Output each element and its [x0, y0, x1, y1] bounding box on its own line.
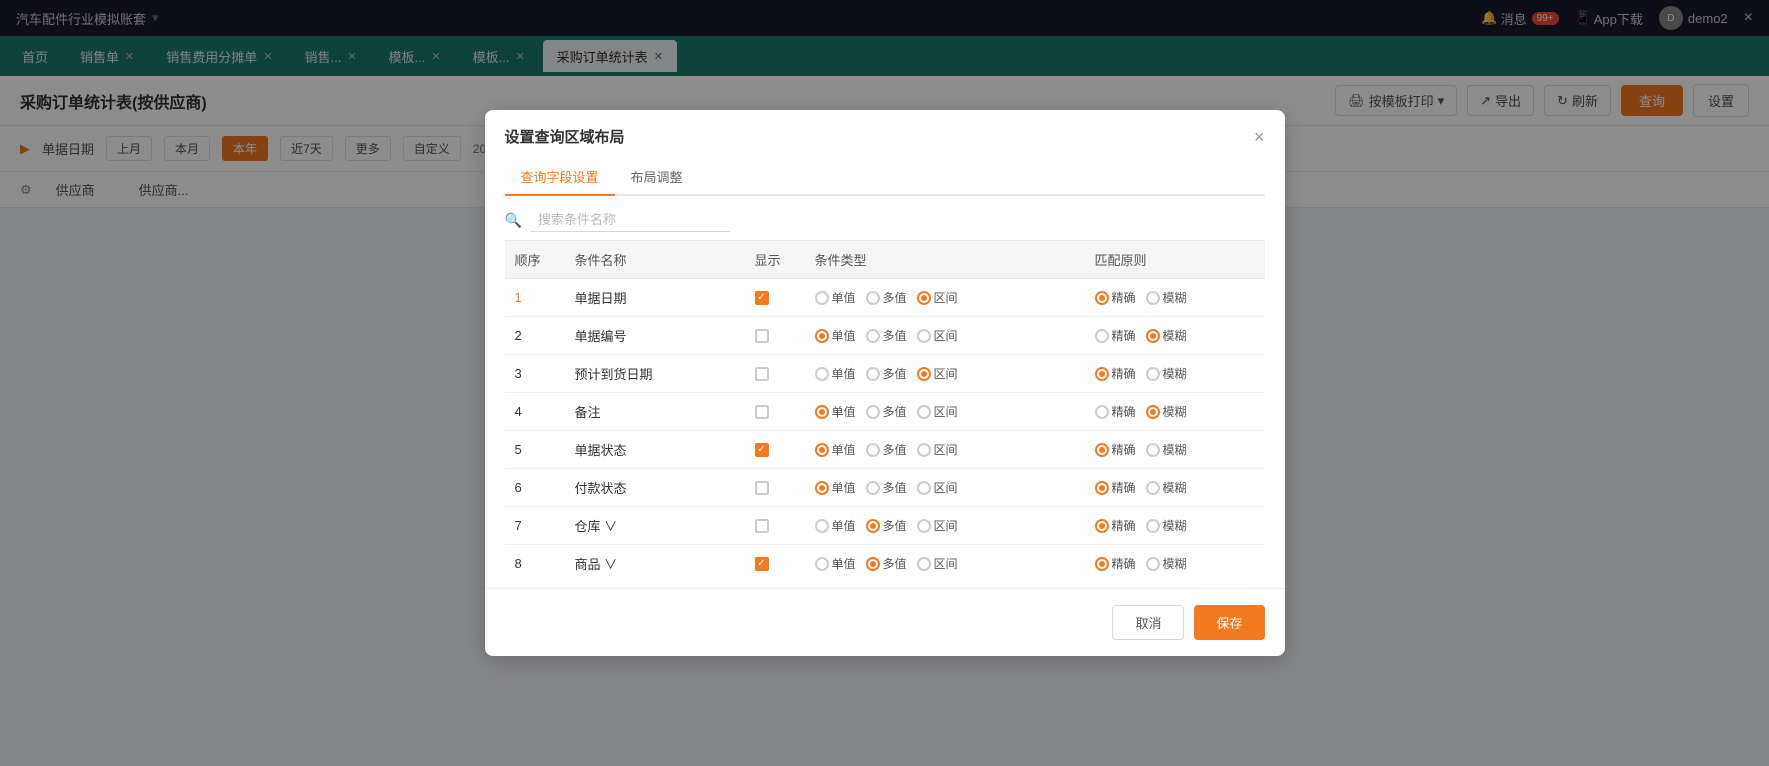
type-radio-single-1[interactable]: 单值	[815, 289, 856, 306]
col-name: 条件名称	[565, 241, 745, 278]
table-row: 4 备注 单值 多值 区间 精确 模糊	[505, 393, 1265, 431]
display-checkbox-1[interactable]	[755, 291, 769, 305]
display-checkbox-8[interactable]	[755, 557, 769, 571]
table-row: 3 预计到货日期 单值 多值 区间 精确 模糊	[505, 355, 1265, 393]
dialog-title: 设置查询区域布局	[505, 126, 625, 147]
match-radio-exact-1[interactable]: 精确	[1095, 289, 1136, 306]
overlay[interactable]: 设置查询区域布局 × 查询字段设置 布局调整 🔍 顺序 条件名称 显示 条件类型…	[0, 0, 1769, 766]
table-row: 5 单据状态 单值 多值 区间 精确 模糊	[505, 431, 1265, 469]
display-checkbox-5[interactable]	[755, 443, 769, 457]
table-row: 6 付款状态 单值 多值 区间 精确 模糊	[505, 469, 1265, 507]
cell-type-1: 单值 多值 区间	[805, 280, 1085, 315]
dialog-footer: 取消 保存	[485, 588, 1285, 656]
col-display: 显示	[745, 241, 805, 278]
table-row: 8 商品 ∨ 单值 多值 区间 精确 模糊	[505, 545, 1265, 580]
dialog-tab-layout[interactable]: 布局调整	[615, 159, 699, 196]
table-header-row: 顺序 条件名称 显示 条件类型 匹配原则	[505, 240, 1265, 279]
dialog-header: 设置查询区域布局 ×	[485, 110, 1285, 147]
dialog: 设置查询区域布局 × 查询字段设置 布局调整 🔍 顺序 条件名称 显示 条件类型…	[485, 110, 1285, 656]
col-order: 顺序	[505, 241, 565, 278]
cell-order-1: 1	[505, 281, 565, 314]
col-type: 条件类型	[805, 241, 1085, 278]
table-row: 1 单据日期 单值 多值 区间 精确 模糊	[505, 279, 1265, 317]
display-checkbox-4[interactable]	[755, 405, 769, 419]
col-match: 匹配原则	[1085, 241, 1265, 278]
table-row: 2 单据编号 单值 多值 区间 精确 模糊	[505, 317, 1265, 355]
match-radio-group-1: 精确 模糊	[1095, 289, 1187, 306]
type-radio-range-1[interactable]: 区间	[917, 289, 958, 306]
display-checkbox-7[interactable]	[755, 519, 769, 533]
display-checkbox-2[interactable]	[755, 329, 769, 343]
cell-match-1: 精确 模糊	[1085, 280, 1265, 315]
cell-display-1[interactable]	[745, 282, 805, 314]
type-radio-group-1: 单值 多值 区间	[815, 289, 958, 306]
type-radio-multi-1[interactable]: 多值	[866, 289, 907, 306]
search-input[interactable]	[530, 208, 730, 232]
dialog-table: 顺序 条件名称 显示 条件类型 匹配原则 1 单据日期 单值 多值 区间	[505, 240, 1265, 580]
display-checkbox-6[interactable]	[755, 481, 769, 495]
table-row: 7 仓库 ∨ 单值 多值 区间 精确 模糊	[505, 507, 1265, 545]
display-checkbox-3[interactable]	[755, 367, 769, 381]
dialog-search-area: 🔍	[485, 196, 1285, 240]
cancel-button[interactable]: 取消	[1112, 605, 1184, 640]
dialog-tabs: 查询字段设置 布局调整	[505, 159, 1265, 196]
cell-name-1: 单据日期	[565, 279, 745, 316]
save-button[interactable]: 保存	[1194, 605, 1264, 640]
match-radio-fuzzy-1[interactable]: 模糊	[1146, 289, 1187, 306]
dialog-close-btn[interactable]: ×	[1254, 128, 1265, 146]
search-icon: 🔍	[505, 212, 522, 229]
dialog-tab-fields[interactable]: 查询字段设置	[505, 159, 615, 196]
